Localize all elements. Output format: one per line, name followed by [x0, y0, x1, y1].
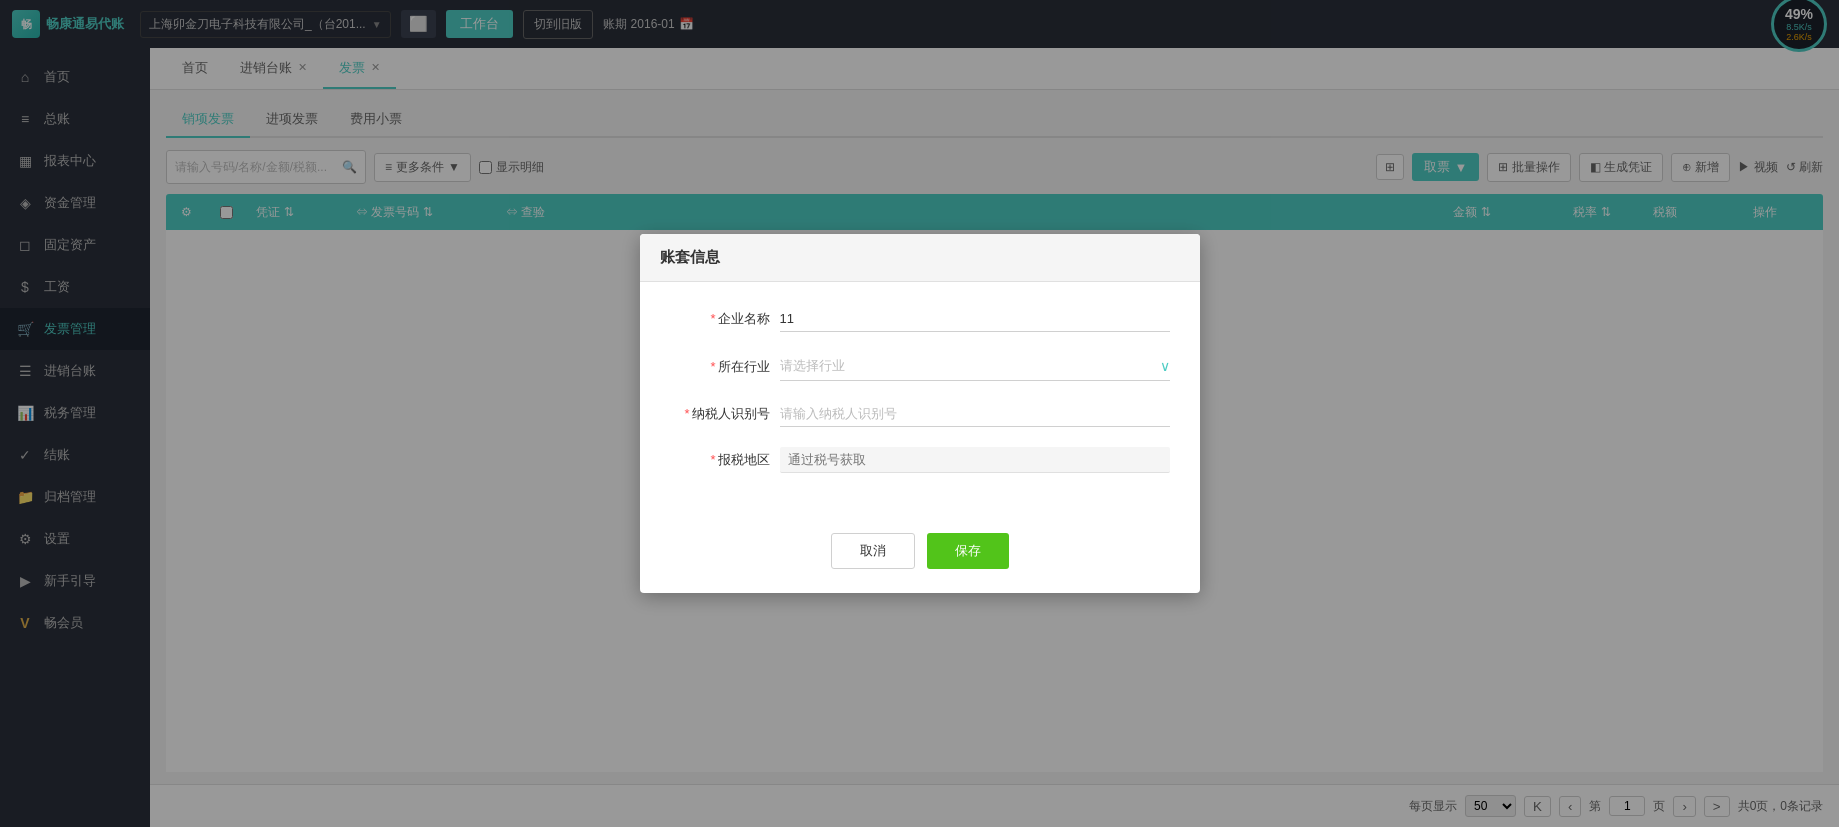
dialog-overlay: 账套信息 *企业名称 *所在行业 请选择行业 ∨ [0, 0, 1839, 827]
company-name-label: *企业名称 [670, 310, 780, 328]
form-row-tax-region: *报税地区 [670, 447, 1170, 473]
tax-region-label: *报税地区 [670, 451, 780, 469]
form-row-company: *企业名称 [670, 306, 1170, 332]
required-star-3: * [684, 406, 689, 421]
tax-id-input[interactable] [780, 401, 1170, 427]
industry-dropdown-icon: ∨ [1160, 358, 1170, 374]
form-row-industry: *所在行业 请选择行业 ∨ [670, 352, 1170, 381]
form-row-tax-id: *纳税人识别号 [670, 401, 1170, 427]
dialog-title: 账套信息 [640, 234, 1200, 282]
dialog-body: *企业名称 *所在行业 请选择行业 ∨ *纳税人识别号 [640, 282, 1200, 517]
industry-placeholder: 请选择行业 [780, 357, 1160, 375]
tax-region-input [780, 447, 1170, 473]
industry-label: *所在行业 [670, 358, 780, 376]
tax-id-label: *纳税人识别号 [670, 405, 780, 423]
dialog: 账套信息 *企业名称 *所在行业 请选择行业 ∨ [640, 234, 1200, 593]
save-button[interactable]: 保存 [927, 533, 1009, 569]
dialog-footer: 取消 保存 [640, 517, 1200, 593]
required-star: * [710, 311, 715, 326]
industry-select[interactable]: 请选择行业 ∨ [780, 352, 1170, 381]
required-star-2: * [710, 359, 715, 374]
cancel-button[interactable]: 取消 [831, 533, 915, 569]
required-star-4: * [710, 452, 715, 467]
company-name-input[interactable] [780, 306, 1170, 332]
